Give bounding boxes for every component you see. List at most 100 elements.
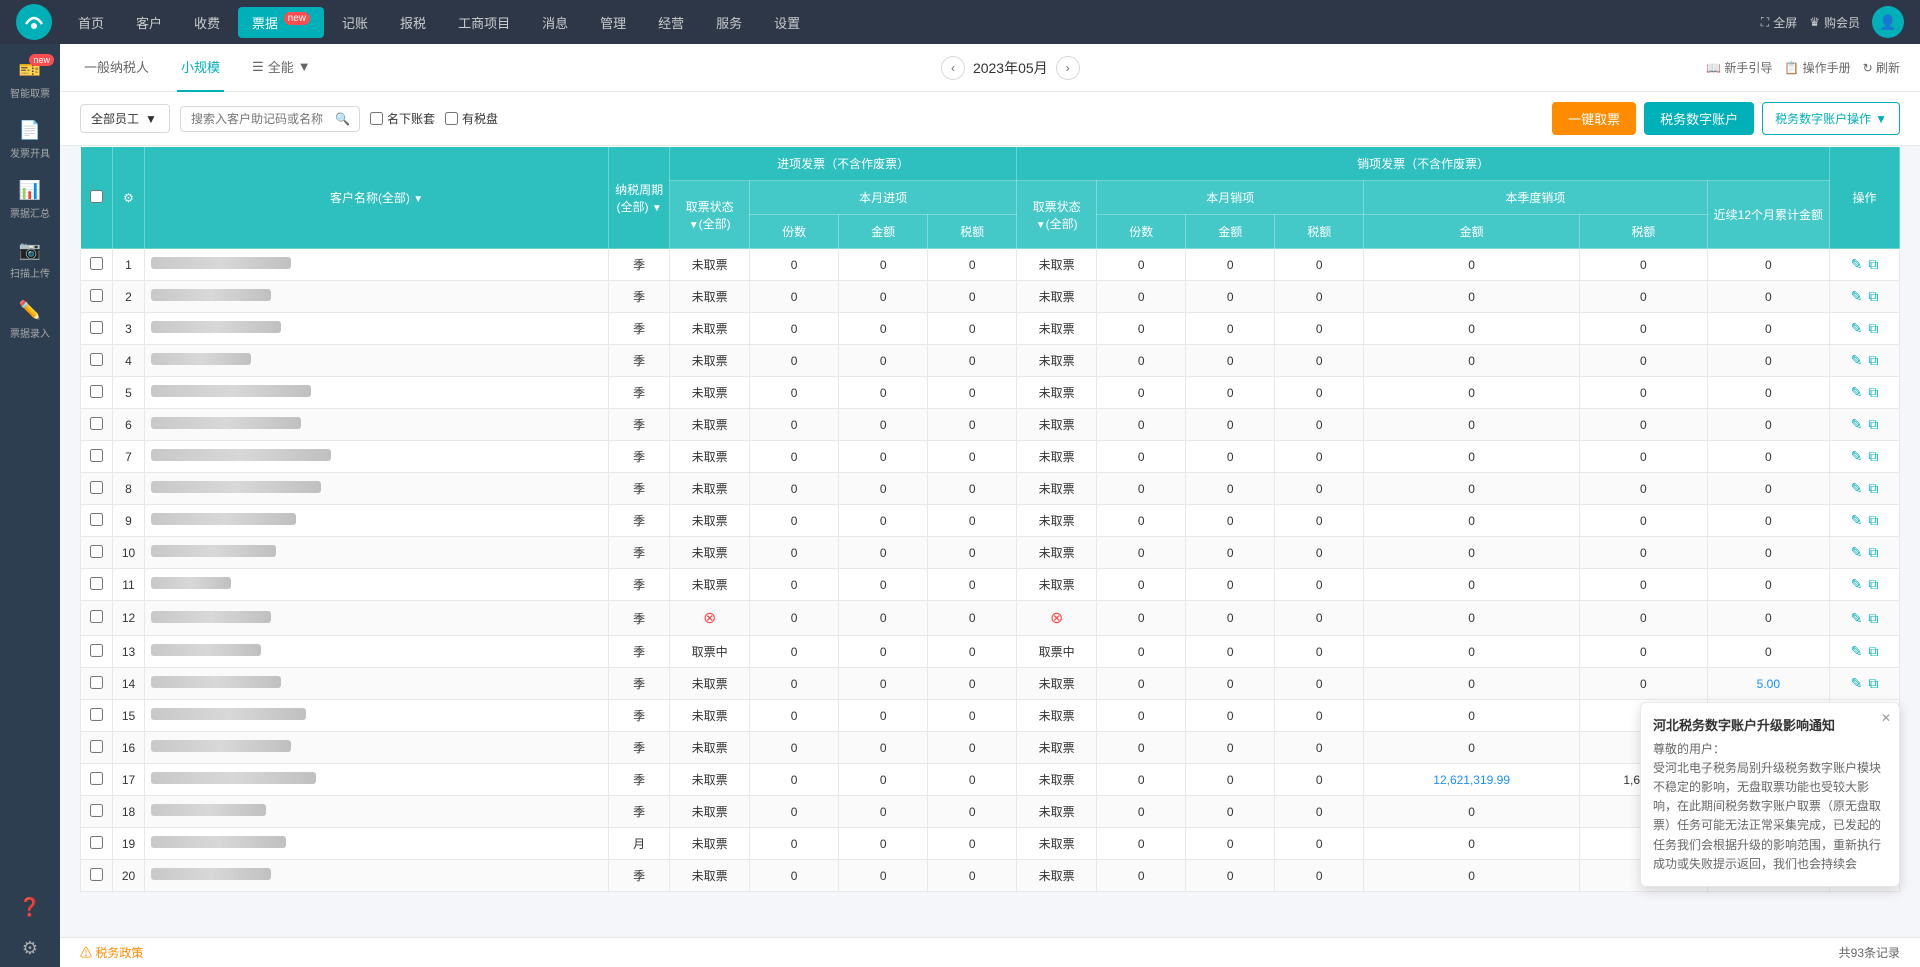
edit-icon[interactable]: ✎ bbox=[1851, 256, 1863, 273]
copy-icon[interactable]: ⧉ bbox=[1868, 352, 1878, 369]
row-checkbox[interactable] bbox=[90, 836, 103, 849]
avatar[interactable]: 👤 bbox=[1872, 6, 1904, 38]
sidebar-item-invoice-open[interactable]: 📄 发票开具 bbox=[2, 112, 58, 168]
out-count-cell: 0 bbox=[1097, 668, 1186, 700]
row-checkbox[interactable] bbox=[90, 708, 103, 721]
employee-filter[interactable]: 全部员工 ▼ bbox=[80, 104, 170, 133]
tax-digital-ops-button[interactable]: 税务数字账户操作 ▼ bbox=[1762, 102, 1900, 135]
copy-icon[interactable]: ⧉ bbox=[1868, 675, 1878, 692]
row-checkbox[interactable] bbox=[90, 676, 103, 689]
tax-digital-account-button[interactable]: 税务数字账户 bbox=[1644, 102, 1754, 135]
tax-period-cell: 季 bbox=[609, 764, 670, 796]
edit-icon[interactable]: ✎ bbox=[1851, 320, 1863, 337]
nav-item-invoice[interactable]: 票据 new bbox=[238, 7, 324, 38]
row-checkbox[interactable] bbox=[90, 289, 103, 302]
qtr-amount-cell: 12,621,319.99 bbox=[1364, 764, 1580, 796]
search-input[interactable] bbox=[191, 112, 331, 126]
nav-item-message[interactable]: 消息 bbox=[528, 7, 582, 38]
period-prev-button[interactable]: ‹ bbox=[941, 56, 965, 80]
copy-icon[interactable]: ⧉ bbox=[1868, 256, 1878, 273]
row-checkbox[interactable] bbox=[90, 644, 103, 657]
copy-icon[interactable]: ⧉ bbox=[1868, 576, 1878, 593]
nav-item-customer[interactable]: 客户 bbox=[122, 7, 176, 38]
tab-all[interactable]: ☰ 全能 ▼ bbox=[248, 44, 315, 92]
tab-small-scale[interactable]: 小规模 bbox=[177, 44, 224, 92]
in-count-cell: 0 bbox=[750, 345, 839, 377]
qtr-amount-link[interactable]: 12,621,319.99 bbox=[1433, 773, 1510, 787]
edit-icon[interactable]: ✎ bbox=[1851, 480, 1863, 497]
col-operations: 操作 bbox=[1830, 147, 1900, 249]
copy-icon[interactable]: ⧉ bbox=[1868, 480, 1878, 497]
row-checkbox[interactable] bbox=[90, 481, 103, 494]
sub-account-checkbox[interactable]: 名下账套 bbox=[370, 110, 435, 127]
tax-policy-link[interactable]: ⚠ 税务政策 bbox=[80, 944, 143, 961]
out-count-cell: 0 bbox=[1097, 537, 1186, 569]
nav-item-operation[interactable]: 经营 bbox=[644, 7, 698, 38]
notification-close-button[interactable]: ✕ bbox=[1881, 711, 1891, 725]
edit-icon[interactable]: ✎ bbox=[1851, 675, 1863, 692]
edit-icon[interactable]: ✎ bbox=[1851, 643, 1863, 660]
config-icon[interactable]: ⚙ bbox=[123, 191, 134, 205]
row-checkbox[interactable] bbox=[90, 321, 103, 334]
row-checkbox[interactable] bbox=[90, 577, 103, 590]
manual-button[interactable]: 📋 操作手册 bbox=[1784, 59, 1850, 76]
row-checkbox[interactable] bbox=[90, 610, 103, 623]
copy-icon[interactable]: ⧉ bbox=[1868, 448, 1878, 465]
row-checkbox[interactable] bbox=[90, 513, 103, 526]
row-checkbox[interactable] bbox=[90, 353, 103, 366]
copy-icon[interactable]: ⧉ bbox=[1868, 512, 1878, 529]
edit-icon[interactable]: ✎ bbox=[1851, 512, 1863, 529]
row-checkbox[interactable] bbox=[90, 449, 103, 462]
sidebar-item-invoice-summary[interactable]: 📊 票据汇总 bbox=[2, 172, 58, 228]
edit-icon[interactable]: ✎ bbox=[1851, 576, 1863, 593]
nav-item-admin[interactable]: 管理 bbox=[586, 7, 640, 38]
refresh-button[interactable]: ↻ 刷新 bbox=[1863, 59, 1900, 76]
copy-icon[interactable]: ⧉ bbox=[1868, 643, 1878, 660]
sidebar-item-ticket-entry[interactable]: ✏️ 票据录入 bbox=[2, 292, 58, 348]
edit-icon[interactable]: ✎ bbox=[1851, 448, 1863, 465]
copy-icon[interactable]: ⧉ bbox=[1868, 610, 1878, 627]
copy-icon[interactable]: ⧉ bbox=[1868, 544, 1878, 561]
nav-item-accounting[interactable]: 记账 bbox=[328, 7, 382, 38]
row-checkbox[interactable] bbox=[90, 385, 103, 398]
row-checkbox[interactable] bbox=[90, 545, 103, 558]
select-all-checkbox[interactable] bbox=[90, 190, 103, 203]
copy-icon[interactable]: ⧉ bbox=[1868, 320, 1878, 337]
in-count-cell: 0 bbox=[750, 860, 839, 892]
nav-item-tax[interactable]: 报税 bbox=[386, 7, 440, 38]
vip-button[interactable]: ♛ 购会员 bbox=[1809, 14, 1860, 31]
row-checkbox[interactable] bbox=[90, 804, 103, 817]
sidebar-item-settings[interactable]: ⚙ bbox=[2, 930, 58, 967]
row-checkbox[interactable] bbox=[90, 868, 103, 881]
sidebar-item-scan[interactable]: 📷 扫描上传 bbox=[2, 232, 58, 288]
edit-icon[interactable]: ✎ bbox=[1851, 544, 1863, 561]
tax-period-cell: 季 bbox=[609, 569, 670, 601]
period-next-button[interactable]: › bbox=[1056, 56, 1080, 80]
copy-icon[interactable]: ⧉ bbox=[1868, 384, 1878, 401]
tax-disk-checkbox[interactable]: 有税盘 bbox=[445, 110, 498, 127]
nav-item-business[interactable]: 工商项目 bbox=[444, 7, 524, 38]
edit-icon[interactable]: ✎ bbox=[1851, 384, 1863, 401]
row-checkbox[interactable] bbox=[90, 257, 103, 270]
sidebar-item-smart-ticket[interactable]: 🎫 智能取票 new bbox=[2, 52, 58, 108]
nav-item-fee[interactable]: 收费 bbox=[180, 7, 234, 38]
edit-icon[interactable]: ✎ bbox=[1851, 288, 1863, 305]
row-checkbox[interactable] bbox=[90, 417, 103, 430]
one-click-ticket-button[interactable]: 一键取票 bbox=[1552, 102, 1636, 135]
nav-item-service[interactable]: 服务 bbox=[702, 7, 756, 38]
sidebar-item-help[interactable]: ❓ bbox=[2, 889, 58, 926]
in-tax-cell: 0 bbox=[928, 860, 1017, 892]
search-icon[interactable]: 🔍 bbox=[335, 112, 350, 126]
new-guide-button[interactable]: 📖 新手引导 bbox=[1706, 59, 1772, 76]
row-checkbox[interactable] bbox=[90, 772, 103, 785]
copy-icon[interactable]: ⧉ bbox=[1868, 416, 1878, 433]
edit-icon[interactable]: ✎ bbox=[1851, 416, 1863, 433]
tab-general-taxpayer[interactable]: 一般纳税人 bbox=[80, 44, 153, 92]
row-checkbox[interactable] bbox=[90, 740, 103, 753]
edit-icon[interactable]: ✎ bbox=[1851, 610, 1863, 627]
edit-icon[interactable]: ✎ bbox=[1851, 352, 1863, 369]
nav-item-home[interactable]: 首页 bbox=[64, 7, 118, 38]
nav-item-settings[interactable]: 设置 bbox=[760, 7, 814, 38]
copy-icon[interactable]: ⧉ bbox=[1868, 288, 1878, 305]
fullscreen-button[interactable]: ⛶ 全屏 bbox=[1761, 14, 1797, 31]
